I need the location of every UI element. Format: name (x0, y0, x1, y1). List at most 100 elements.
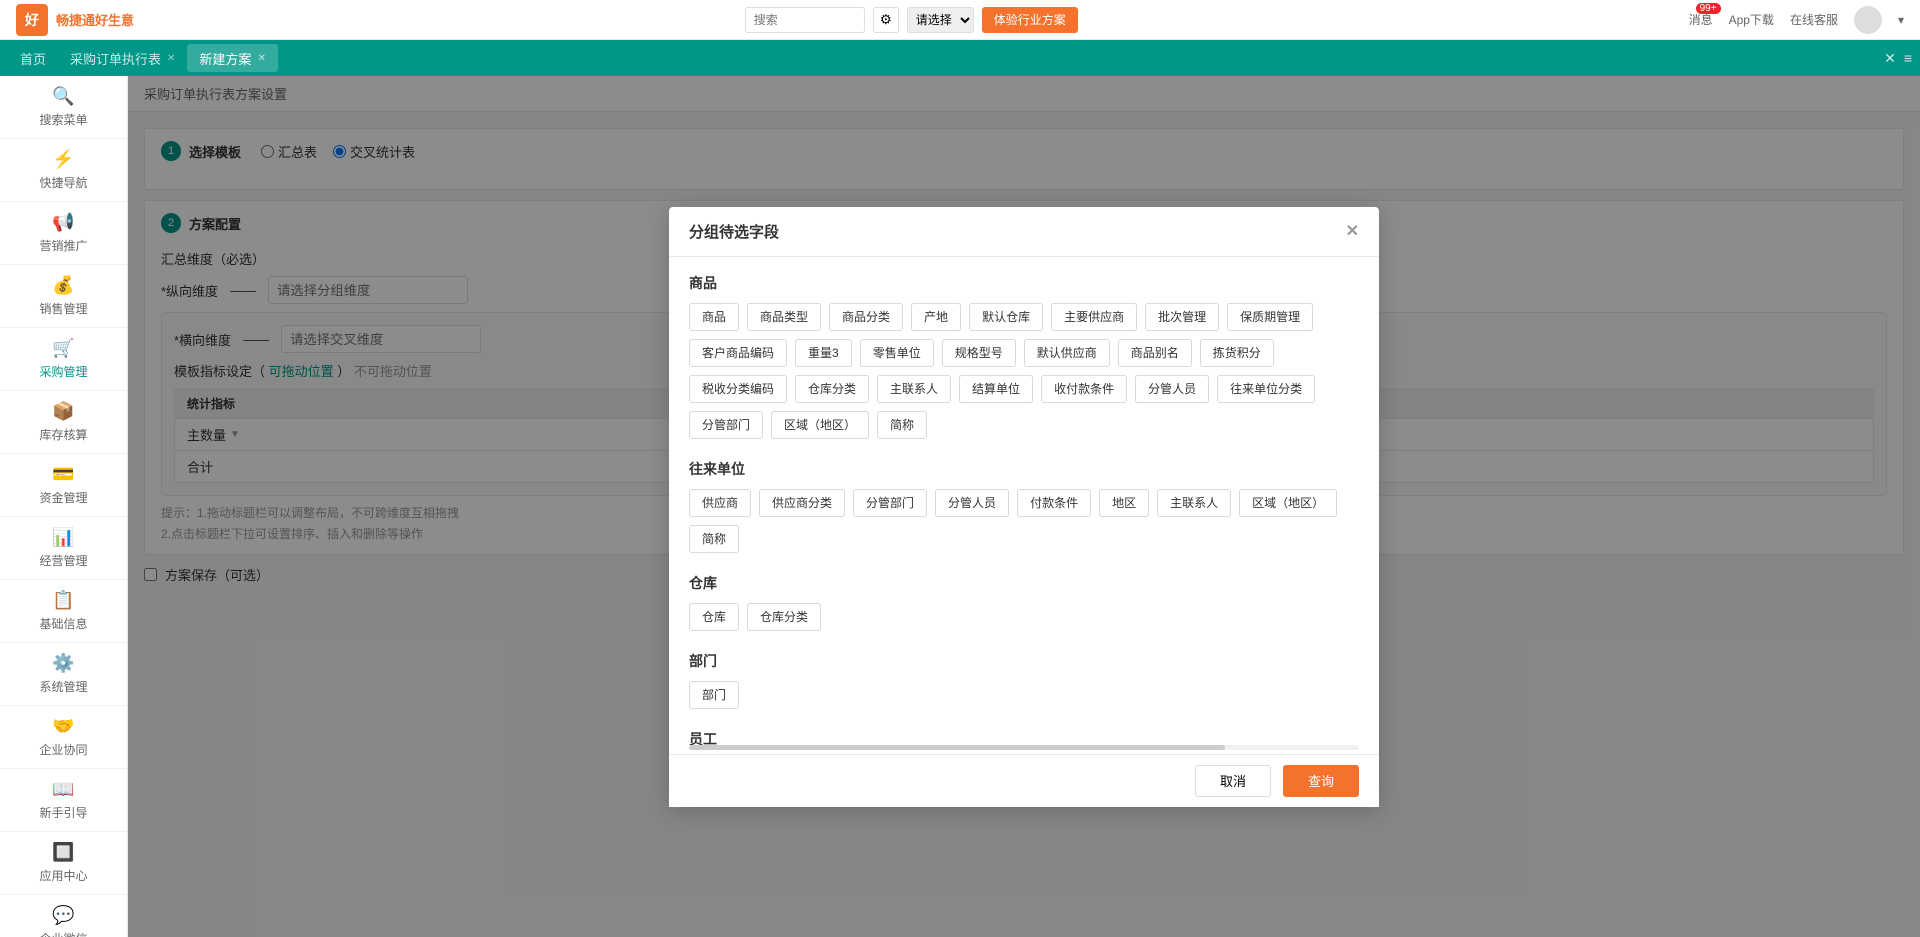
field-tag-shelf-life[interactable]: 保质期管理 (1227, 303, 1313, 331)
top-header: 好 畅捷通好生意 ⚙ 请选择 体验行业方案 消息 99+ App下载 在线客服 … (0, 0, 1920, 40)
confirm-button[interactable]: 查询 (1283, 765, 1359, 797)
sidebar-apps-label: 应用中心 (39, 867, 87, 884)
field-tag-product[interactable]: 商品 (689, 303, 739, 331)
field-tag-area[interactable]: 地区 (1099, 489, 1149, 517)
sidebar-purchase-label: 采购管理 (39, 363, 87, 380)
tab-purchase-close[interactable]: ✕ (167, 53, 175, 64)
section-dept-tags: 部门 (689, 681, 1359, 709)
tab-home[interactable]: 首页 (8, 44, 58, 72)
field-tag-payment-terms[interactable]: 收付款条件 (1041, 375, 1127, 403)
header-search[interactable] (745, 7, 865, 33)
cancel-button[interactable]: 取消 (1195, 765, 1271, 797)
field-tag-dept[interactable]: 分管部门 (689, 411, 763, 439)
sidebar-item-operation[interactable]: 📊 经营管理 (0, 517, 127, 580)
sidebar-item-wechat[interactable]: 💬 企业微信 (0, 895, 127, 937)
sidebar-item-purchase[interactable]: 🛒 采购管理 (0, 328, 127, 391)
tab-purchase-exec[interactable]: 采购订单执行表 ✕ (58, 44, 187, 72)
sidebar-item-basic[interactable]: 📋 基础信息 (0, 580, 127, 643)
section-partner: 往来单位 供应商 供应商分类 分管部门 分管人员 付款条件 地区 主联系人 区域… (689, 459, 1359, 553)
modal-scrollbar-thumb (689, 745, 1225, 749)
message-label: 消息 (1689, 13, 1713, 27)
field-tag-department[interactable]: 部门 (689, 681, 739, 709)
field-tag-warehouse[interactable]: 仓库 (689, 603, 739, 631)
finance-icon: 💳 (52, 464, 74, 485)
field-tag-abbr[interactable]: 简称 (877, 411, 927, 439)
field-tag-partner-category[interactable]: 往来单位分类 (1217, 375, 1315, 403)
field-tag-pick-points[interactable]: 拣货积分 (1200, 339, 1274, 367)
sidebar-item-finance[interactable]: 💳 资金管理 (0, 454, 127, 517)
sidebar-guide-label: 新手引导 (39, 804, 87, 821)
field-tag-default-supplier[interactable]: 默认供应商 (1024, 339, 1110, 367)
sidebar-quick-nav-label: 快捷导航 (39, 174, 87, 191)
section-employee: 员工 业务员 (689, 729, 1359, 746)
field-tag-partner-region[interactable]: 区域（地区） (1239, 489, 1337, 517)
field-tag-partner-supervisor[interactable]: 分管人员 (935, 489, 1009, 517)
app-download[interactable]: App下载 (1729, 11, 1774, 28)
header-select[interactable]: 请选择 (907, 7, 974, 33)
field-tag-product-category[interactable]: 商品分类 (829, 303, 903, 331)
trial-btn[interactable]: 体验行业方案 (982, 7, 1078, 33)
sidebar-item-sales[interactable]: 💰 销售管理 (0, 265, 127, 328)
field-tag-main-supplier[interactable]: 主要供应商 (1051, 303, 1137, 331)
field-tag-supplier-category[interactable]: 供应商分类 (759, 489, 845, 517)
online-service[interactable]: 在线客服 (1790, 11, 1838, 28)
field-tag-supervisor[interactable]: 分管人员 (1135, 375, 1209, 403)
logo-icon: 好 (16, 4, 48, 36)
field-tag-settlement-unit[interactable]: 结算单位 (959, 375, 1033, 403)
tab-more[interactable]: ≡ (1904, 50, 1912, 66)
tab-new-plan-close[interactable]: ✕ (257, 53, 265, 64)
sidebar-item-quick-nav[interactable]: ⚡ 快捷导航 (0, 139, 127, 202)
field-tag-batch-mgmt[interactable]: 批次管理 (1145, 303, 1219, 331)
user-avatar[interactable] (1854, 6, 1882, 34)
field-tag-weight3[interactable]: 重量3 (795, 339, 852, 367)
tab-new-plan[interactable]: 新建方案 ✕ (187, 44, 277, 72)
message-btn[interactable]: 消息 99+ (1689, 11, 1713, 28)
section-warehouse-title: 仓库 (689, 573, 1359, 593)
sidebar-item-search[interactable]: 🔍 搜索菜单 (0, 76, 127, 139)
sidebar-item-inventory[interactable]: 📦 库存核算 (0, 391, 127, 454)
sidebar-item-marketing[interactable]: 📢 营销推广 (0, 202, 127, 265)
field-tag-region[interactable]: 区域（地区） (771, 411, 869, 439)
section-dept: 部门 部门 (689, 651, 1359, 709)
section-product-tags: 商品 商品类型 商品分类 产地 默认仓库 主要供应商 批次管理 保质期管理 客户… (689, 303, 1359, 439)
field-tag-product-type[interactable]: 商品类型 (747, 303, 821, 331)
section-warehouse-tags: 仓库 仓库分类 (689, 603, 1359, 631)
field-tag-supplier[interactable]: 供应商 (689, 489, 751, 517)
field-tag-retail-unit[interactable]: 零售单位 (860, 339, 934, 367)
sidebar-search-label: 搜索菜单 (39, 111, 87, 128)
tab-close-all[interactable]: ✕ (1884, 50, 1896, 67)
field-tag-partner-abbr[interactable]: 简称 (689, 525, 739, 553)
field-tag-partner-dept[interactable]: 分管部门 (853, 489, 927, 517)
purchase-icon: 🛒 (52, 338, 74, 359)
field-tag-partner-contact[interactable]: 主联系人 (1157, 489, 1231, 517)
field-tag-customer-sku[interactable]: 客户商品编码 (689, 339, 787, 367)
modal-close-btn[interactable]: ✕ (1346, 221, 1359, 241)
field-tag-pay-terms[interactable]: 付款条件 (1017, 489, 1091, 517)
system-icon: ⚙️ (52, 653, 74, 674)
user-menu-btn[interactable]: ▾ (1898, 13, 1904, 27)
basic-icon: 📋 (52, 590, 74, 611)
tab-bar-right: ✕ ≡ (1884, 50, 1912, 67)
modal-title: 分组待选字段 (689, 221, 779, 242)
field-tag-origin[interactable]: 产地 (911, 303, 961, 331)
operation-icon: 📊 (52, 527, 74, 548)
gear-button[interactable]: ⚙ (873, 7, 899, 33)
sidebar-item-apps[interactable]: 🔲 应用中心 (0, 832, 127, 895)
modal-header: 分组待选字段 ✕ (669, 207, 1379, 257)
sidebar-item-system[interactable]: ⚙️ 系统管理 (0, 643, 127, 706)
inventory-icon: 📦 (52, 401, 74, 422)
field-tag-warehouse-category[interactable]: 仓库分类 (795, 375, 869, 403)
modal-scrollbar-track[interactable] (689, 745, 1359, 749)
field-tag-default-warehouse[interactable]: 默认仓库 (969, 303, 1043, 331)
sidebar-item-collab[interactable]: 🤝 企业协同 (0, 706, 127, 769)
field-tag-product-alias[interactable]: 商品别名 (1118, 339, 1192, 367)
main-content: 采购订单执行表方案设置 1 选择模板 汇总表 交叉统计表 (128, 76, 1920, 937)
sidebar-basic-label: 基础信息 (39, 615, 87, 632)
sidebar-item-guide[interactable]: 📖 新手引导 (0, 769, 127, 832)
field-tag-spec-model[interactable]: 规格型号 (942, 339, 1016, 367)
sidebar-collab-label: 企业协同 (39, 741, 87, 758)
sales-icon: 💰 (52, 275, 74, 296)
field-tag-main-contact[interactable]: 主联系人 (877, 375, 951, 403)
field-tag-tax-code[interactable]: 税收分类编码 (689, 375, 787, 403)
field-tag-warehouse-cat[interactable]: 仓库分类 (747, 603, 821, 631)
